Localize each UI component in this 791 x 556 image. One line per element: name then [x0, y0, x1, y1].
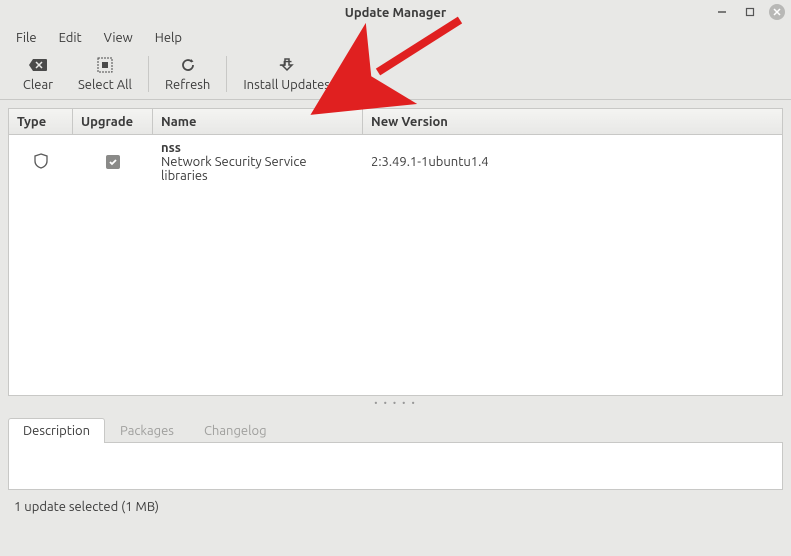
- column-header-name[interactable]: Name: [153, 109, 363, 134]
- select-all-icon: [97, 56, 113, 74]
- updates-table: Type Upgrade Name New Version nss: [8, 108, 783, 396]
- column-header-upgrade[interactable]: Upgrade: [73, 109, 153, 134]
- table-row[interactable]: nss Network Security Service libraries 2…: [9, 135, 782, 189]
- install-updates-button[interactable]: Install Updates: [233, 54, 340, 94]
- menu-edit[interactable]: Edit: [49, 28, 92, 48]
- tab-changelog[interactable]: Changelog: [189, 418, 282, 443]
- pane-resize-handle[interactable]: • • • • •: [8, 396, 783, 410]
- menubar: File Edit View Help: [0, 26, 791, 50]
- column-header-new-version[interactable]: New Version: [363, 109, 782, 134]
- cell-type: [9, 153, 73, 172]
- toolbar-label: Select All: [78, 78, 132, 92]
- select-all-button[interactable]: Select All: [68, 54, 142, 94]
- install-icon: [278, 56, 296, 74]
- menu-file[interactable]: File: [6, 28, 47, 48]
- toolbar-separator: [226, 56, 227, 92]
- maximize-button[interactable]: [741, 3, 759, 21]
- backspace-icon: [28, 56, 48, 74]
- window-title: Update Manager: [345, 6, 447, 20]
- table-body: nss Network Security Service libraries 2…: [9, 135, 782, 189]
- titlebar: Update Manager: [0, 0, 791, 26]
- package-description: Network Security Service libraries: [161, 155, 355, 183]
- tab-strip: Description Packages Changelog: [8, 416, 783, 442]
- shield-icon: [34, 153, 48, 172]
- refresh-button[interactable]: Refresh: [155, 54, 220, 94]
- cell-new-version: 2:3.49.1-1ubuntu1.4: [363, 155, 782, 169]
- toolbar: Clear Select All Refresh Install Updates: [0, 50, 791, 100]
- column-header-type[interactable]: Type: [9, 109, 73, 134]
- cell-upgrade[interactable]: [73, 155, 153, 169]
- window-controls: [713, 3, 785, 21]
- tab-content: [8, 442, 783, 490]
- details-tabs: Description Packages Changelog: [8, 416, 783, 490]
- tab-packages[interactable]: Packages: [105, 418, 189, 443]
- cell-name: nss Network Security Service libraries: [153, 141, 363, 183]
- status-bar: 1 update selected (1 MB): [0, 490, 791, 524]
- minimize-button[interactable]: [713, 3, 731, 21]
- toolbar-separator: [148, 56, 149, 92]
- refresh-icon: [180, 56, 196, 74]
- toolbar-label: Clear: [23, 78, 53, 92]
- clear-button[interactable]: Clear: [8, 54, 68, 94]
- close-button[interactable]: [769, 4, 785, 20]
- content-area: Type Upgrade Name New Version nss: [0, 100, 791, 410]
- menu-help[interactable]: Help: [145, 28, 192, 48]
- menu-view[interactable]: View: [94, 28, 143, 48]
- status-text: 1 update selected (1 MB): [14, 500, 159, 514]
- table-header: Type Upgrade Name New Version: [9, 109, 782, 135]
- upgrade-checkbox[interactable]: [106, 155, 120, 169]
- package-name: nss: [161, 141, 355, 155]
- tab-description[interactable]: Description: [8, 418, 105, 443]
- toolbar-label: Refresh: [165, 78, 210, 92]
- toolbar-label: Install Updates: [243, 78, 330, 92]
